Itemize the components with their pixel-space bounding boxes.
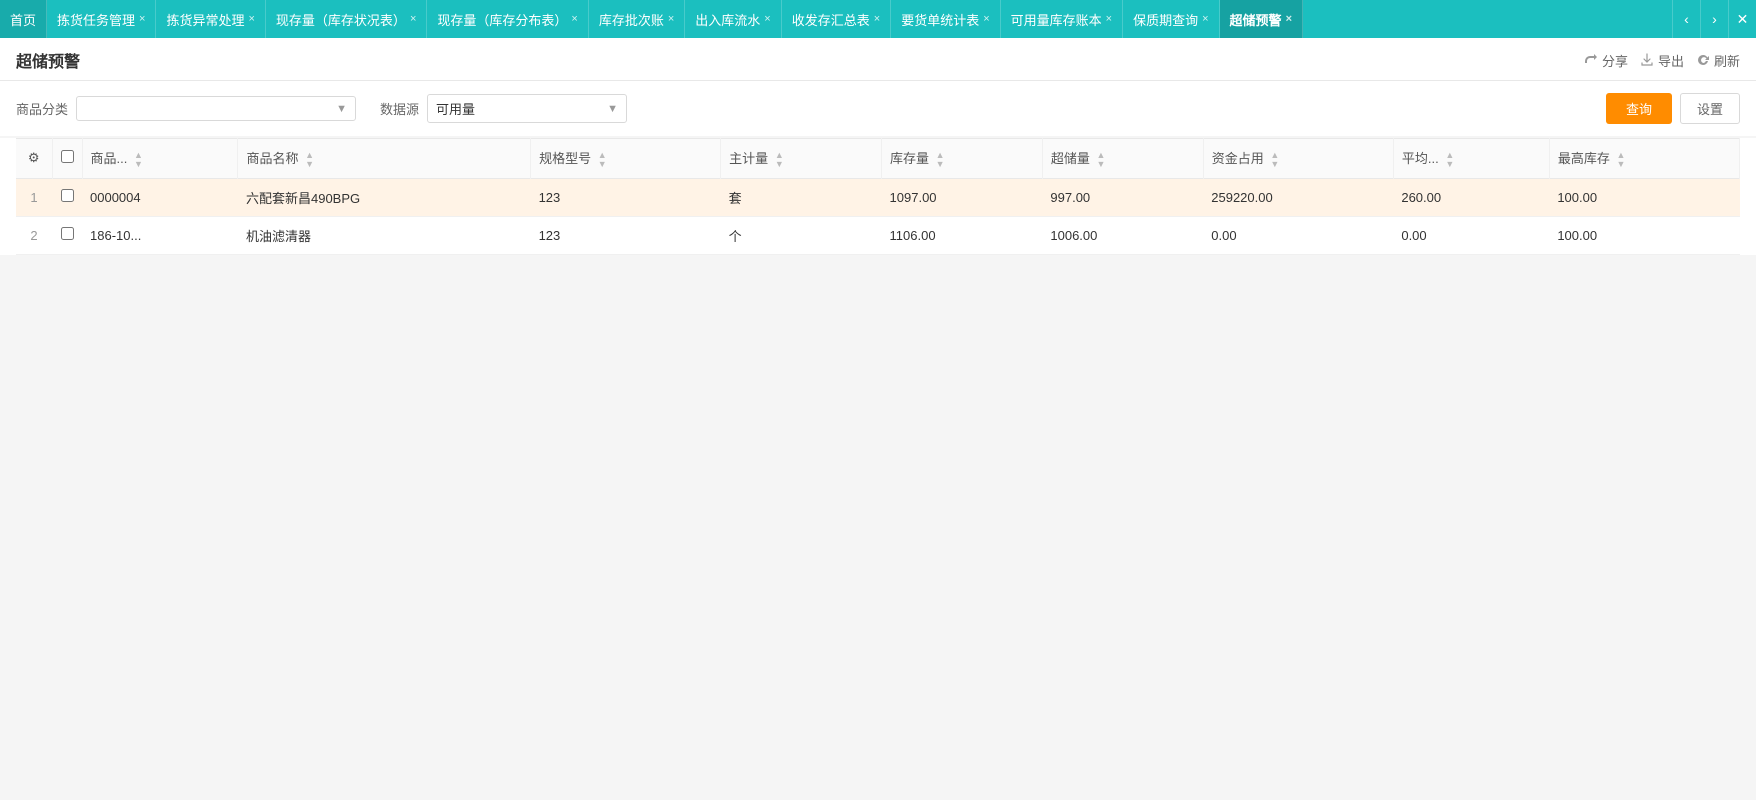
nav-close-icon[interactable]: × xyxy=(983,13,989,25)
nav-close-icon[interactable]: × xyxy=(764,13,770,25)
page-title: 超储预警 xyxy=(16,48,80,72)
refresh-button[interactable]: 刷新 xyxy=(1696,51,1740,70)
chevron-down-icon: ▼ xyxy=(336,103,347,115)
nav-recv-send-summary[interactable]: 收发存汇总表 × xyxy=(782,0,891,38)
settings-button[interactable]: 设置 xyxy=(1680,93,1740,124)
column-product-code: 商品... ▲▼ xyxy=(82,139,238,179)
sort-icon[interactable]: ▲▼ xyxy=(1270,151,1279,169)
cell-product-name: 机油滤清器 xyxy=(238,216,531,254)
gear-icon[interactable]: ⚙ xyxy=(28,150,40,165)
sort-icon[interactable]: ▲▼ xyxy=(134,151,143,169)
cell-unit: 套 xyxy=(721,178,882,216)
column-over-stock: 超储量 ▲▼ xyxy=(1042,139,1203,179)
cell-max-stock: 100.00 xyxy=(1549,178,1739,216)
sort-icon[interactable]: ▲▼ xyxy=(775,151,784,169)
nav-stock-batch[interactable]: 库存批次账 × xyxy=(589,0,685,38)
data-source-label: 数据源 xyxy=(380,99,419,118)
nav-pick-exception[interactable]: 拣货异常处理 × xyxy=(156,0,265,38)
nav-arrows: ‹ › ✕ xyxy=(1672,0,1756,38)
table-row: 1 0000004 六配套新昌490BPG 123 套 1097.00 997.… xyxy=(16,178,1740,216)
cell-capital-usage: 259220.00 xyxy=(1203,178,1393,216)
nav-close-icon[interactable]: × xyxy=(410,13,416,25)
page-header: 超储预警 分享 导出 刷新 xyxy=(0,38,1756,81)
column-avg: 平均... ▲▼ xyxy=(1393,139,1549,179)
column-select-all xyxy=(52,139,82,179)
cell-over-stock: 997.00 xyxy=(1042,178,1203,216)
column-capital-usage: 资金占用 ▲▼ xyxy=(1203,139,1393,179)
sort-icon[interactable]: ▲▼ xyxy=(305,151,314,169)
page-actions: 分享 导出 刷新 xyxy=(1584,51,1740,70)
nav-close-icon[interactable]: × xyxy=(1202,13,1208,25)
sort-icon[interactable]: ▲▼ xyxy=(1445,151,1454,169)
row-num: 2 xyxy=(16,216,52,254)
filter-bar: 商品分类 ▼ 数据源 可用量 ▼ 查询 设置 xyxy=(0,81,1756,136)
filter-buttons: 查询 设置 xyxy=(1606,93,1740,124)
nav-current-stock-status[interactable]: 现存量（库存状况表） × xyxy=(266,0,427,38)
row-num: 1 xyxy=(16,178,52,216)
nav-inout-flow[interactable]: 出入库流水 × xyxy=(685,0,781,38)
nav-close-icon[interactable]: × xyxy=(248,13,254,25)
share-button[interactable]: 分享 xyxy=(1584,51,1628,70)
data-source-select[interactable]: 可用量 ▼ xyxy=(427,94,627,123)
nav-close-icon[interactable]: × xyxy=(571,13,577,25)
sort-icon[interactable]: ▲▼ xyxy=(1616,151,1625,169)
data-source-filter: 数据源 可用量 ▼ xyxy=(380,94,627,123)
nav-pick-task[interactable]: 拣货任务管理 × xyxy=(47,0,156,38)
cell-product-code: 186-10... xyxy=(82,216,238,254)
cell-avg: 0.00 xyxy=(1393,216,1549,254)
nav-requisition-stats[interactable]: 要货单统计表 × xyxy=(891,0,1000,38)
sort-icon[interactable]: ▲▼ xyxy=(598,151,607,169)
nav-more-button[interactable]: ✕ xyxy=(1728,0,1756,38)
nav-expiry-query[interactable]: 保质期查询 × xyxy=(1123,0,1219,38)
cell-unit: 个 xyxy=(721,216,882,254)
nav-next-button[interactable]: › xyxy=(1700,0,1728,38)
export-icon xyxy=(1640,53,1654,67)
nav-close-icon[interactable]: × xyxy=(139,13,145,25)
data-table: ⚙ 商品... ▲▼ 商品名称 ▲▼ 规格型号 ▲▼ 主计 xyxy=(16,138,1740,255)
sort-icon[interactable]: ▲▼ xyxy=(936,151,945,169)
table-container: ⚙ 商品... ▲▼ 商品名称 ▲▼ 规格型号 ▲▼ 主计 xyxy=(0,138,1756,255)
nav-overstock-warning[interactable]: 超储预警 × xyxy=(1220,0,1303,38)
cell-product-code: 0000004 xyxy=(82,178,238,216)
refresh-icon xyxy=(1696,53,1710,67)
select-all-checkbox[interactable] xyxy=(61,150,74,163)
column-unit: 主计量 ▲▼ xyxy=(721,139,882,179)
query-button[interactable]: 查询 xyxy=(1606,93,1672,124)
nav-home[interactable]: 首页 xyxy=(0,0,47,38)
cell-stock: 1097.00 xyxy=(882,178,1043,216)
nav-current-stock-dist[interactable]: 现存量（库存分布表） × xyxy=(427,0,588,38)
column-product-name: 商品名称 ▲▼ xyxy=(238,139,531,179)
cell-product-name: 六配套新昌490BPG xyxy=(238,178,531,216)
cell-spec: 123 xyxy=(531,178,721,216)
nav-close-icon[interactable]: × xyxy=(1106,13,1112,25)
cell-stock: 1106.00 xyxy=(882,216,1043,254)
cell-over-stock: 1006.00 xyxy=(1042,216,1203,254)
share-icon xyxy=(1584,53,1598,67)
cell-capital-usage: 0.00 xyxy=(1203,216,1393,254)
nav-close-icon[interactable]: × xyxy=(668,13,674,25)
nav-close-icon[interactable]: × xyxy=(1286,13,1292,25)
cell-max-stock: 100.00 xyxy=(1549,216,1739,254)
product-category-label: 商品分类 xyxy=(16,99,68,118)
top-navigation: 首页 拣货任务管理 × 拣货异常处理 × 现存量（库存状况表） × 现存量（库存… xyxy=(0,0,1756,38)
product-category-select[interactable]: ▼ xyxy=(76,96,356,121)
chevron-down-icon: ▼ xyxy=(607,103,618,115)
sort-icon[interactable]: ▲▼ xyxy=(1097,151,1106,169)
table-row: 2 186-10... 机油滤清器 123 个 1106.00 1006.00 … xyxy=(16,216,1740,254)
column-spec: 规格型号 ▲▼ xyxy=(531,139,721,179)
column-gear: ⚙ xyxy=(16,139,52,179)
row-checkbox[interactable] xyxy=(61,189,74,202)
product-category-filter: 商品分类 ▼ xyxy=(16,96,356,121)
export-button[interactable]: 导出 xyxy=(1640,51,1684,70)
cell-avg: 260.00 xyxy=(1393,178,1549,216)
row-checkbox-cell xyxy=(52,216,82,254)
row-checkbox[interactable] xyxy=(61,227,74,240)
nav-close-icon[interactable]: × xyxy=(874,13,880,25)
nav-prev-button[interactable]: ‹ xyxy=(1672,0,1700,38)
column-stock: 库存量 ▲▼ xyxy=(882,139,1043,179)
column-max-stock: 最高库存 ▲▼ xyxy=(1549,139,1739,179)
row-checkbox-cell xyxy=(52,178,82,216)
nav-available-stock[interactable]: 可用量库存账本 × xyxy=(1001,0,1123,38)
cell-spec: 123 xyxy=(531,216,721,254)
